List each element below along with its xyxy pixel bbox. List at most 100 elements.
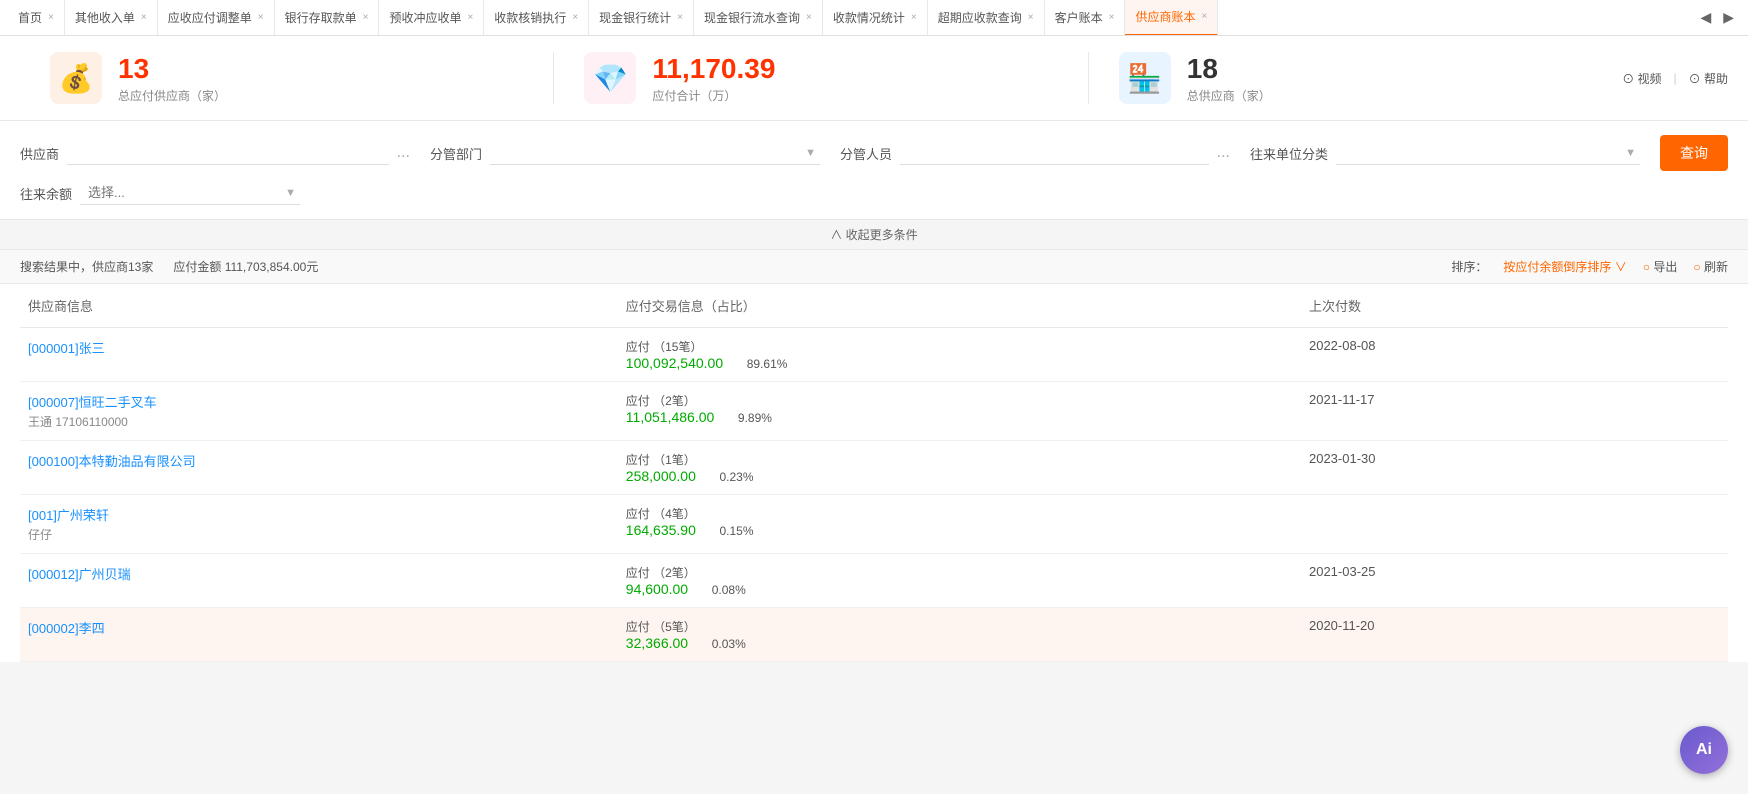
table-row: [001]广州荣轩仔仔 应付 （4笔） 164,635.90 0.15%: [20, 495, 1728, 554]
summary-label-payable-amount: 应付合计（万）: [652, 87, 775, 104]
nav-tab-overdue-ar[interactable]: 超期应收款查询 ×: [928, 0, 1045, 36]
percent-value: 89.61%: [747, 357, 788, 371]
nav-tab-other-income[interactable]: 其他收入单 ×: [65, 0, 158, 36]
supplier-input[interactable]: [67, 141, 389, 165]
query-button[interactable]: 查询: [1660, 135, 1728, 171]
supplier-link-row-000001[interactable]: [000001]张三: [28, 341, 105, 356]
sort-selector[interactable]: 按应付余额倒序排序 ∨: [1503, 258, 1626, 275]
balance-select-wrapper: ▼: [80, 181, 300, 205]
last-pay-cell-row-000002: 2020-11-20: [1301, 608, 1728, 662]
percent-value: 0.23%: [720, 470, 754, 484]
ai-button[interactable]: Ai: [1680, 726, 1728, 774]
close-icon[interactable]: ×: [1201, 11, 1207, 22]
supplier-sub-info: 王通 17106110000: [28, 413, 610, 430]
nav-tab-home[interactable]: 首页 ×: [8, 0, 65, 36]
amount-row: 164,635.90 0.15%: [626, 522, 1293, 538]
close-icon[interactable]: ×: [467, 12, 473, 23]
supplier-cell-row-000100: [000100]本特勤油品有限公司: [20, 441, 618, 495]
supplier-cell-row-000012: [000012]广州贝瑞: [20, 554, 618, 608]
close-icon[interactable]: ×: [1028, 12, 1034, 23]
person-dots[interactable]: ...: [1217, 144, 1230, 162]
close-icon[interactable]: ×: [806, 12, 812, 23]
nav-tab-receipts-exec[interactable]: 收款核销执行×: [484, 0, 589, 36]
close-icon[interactable]: ×: [572, 12, 578, 23]
nav-tab-prepay-ar[interactable]: 预收冲应收单×: [379, 0, 484, 36]
nav-tab-label: 其他收入单: [75, 9, 135, 26]
nav-tab-supplier-ledger[interactable]: 供应商账本×: [1125, 0, 1218, 36]
category-select[interactable]: [1336, 141, 1640, 164]
supplier-link-row-000002[interactable]: [000002]李四: [28, 621, 105, 636]
summary-value-payable-suppliers: 13: [118, 53, 226, 85]
supplier-label: 供应商: [20, 144, 59, 163]
summary-bar: 💰 13 总应付供应商（家） 💎 11,170.39 应付合计（万） 🏪 18 …: [0, 36, 1748, 121]
person-label: 分管人员: [840, 144, 892, 163]
summary-card-total-suppliers: 🏪 18 总供应商（家）: [1089, 52, 1622, 104]
supplier-link-row-000100[interactable]: [000100]本特勤油品有限公司: [28, 454, 196, 469]
person-input[interactable]: [900, 141, 1209, 165]
table-header-transaction-info: 应付交易信息（占比）: [618, 284, 1301, 328]
supplier-link-row-001[interactable]: [001]广州荣轩: [28, 508, 109, 523]
nav-prev-arrow[interactable]: ◀: [1694, 9, 1717, 26]
nav-next-arrow[interactable]: ▶: [1717, 9, 1740, 26]
close-icon[interactable]: ×: [363, 12, 369, 23]
nav-tab-customer-ledger[interactable]: 客户账本×: [1045, 0, 1126, 36]
close-icon[interactable]: ×: [258, 12, 264, 23]
filter-row-1: 供应商 ... 分管部门 ▼ 分管人员 ... 往来单位分类 ▼ 查询: [20, 135, 1728, 171]
last-pay-date: 2023-01-30: [1309, 451, 1376, 466]
main-content: 供应商信息应付交易信息（占比）上次付数 [000001]张三 应付 （15笔） …: [0, 284, 1748, 662]
supplier-dots[interactable]: ...: [397, 144, 410, 162]
supplier-table: 供应商信息应付交易信息（占比）上次付数 [000001]张三 应付 （15笔） …: [20, 284, 1728, 662]
summary-value-total-suppliers: 18: [1187, 53, 1271, 85]
pay-type-label: 应付 （4笔）: [626, 505, 1293, 522]
supplier-link-row-000012[interactable]: [000012]广州贝瑞: [28, 567, 131, 582]
nav-tab-ar-ap-adjust[interactable]: 应收应付调整单×: [158, 0, 275, 36]
amount-row: 32,366.00 0.03%: [626, 635, 1293, 651]
amount-row: 258,000.00 0.23%: [626, 468, 1293, 484]
category-select-wrapper: ▼: [1336, 141, 1640, 165]
summary-card-payable-suppliers: 💰 13 总应付供应商（家）: [20, 52, 554, 104]
balance-select[interactable]: [80, 181, 300, 204]
table-body: [000001]张三 应付 （15笔） 100,092,540.00 89.61…: [20, 328, 1728, 662]
table-header-last-payment: 上次付数: [1301, 284, 1728, 328]
help-link[interactable]: ⊙ 帮助: [1689, 70, 1728, 87]
amount-value: 11,051,486.00: [626, 409, 715, 425]
summary-value-payable-amount: 11,170.39: [652, 53, 775, 85]
nav-tab-receipts-stat[interactable]: 收款情况统计×: [823, 0, 928, 36]
results-bar: 搜索结果中，供应商13家 应付金额 111,703,854.00元 排序： 按应…: [0, 250, 1748, 284]
video-link[interactable]: ⊙ 视频: [1622, 70, 1661, 87]
nav-tab-bank-deposit[interactable]: 银行存取款单×: [275, 0, 380, 36]
close-icon[interactable]: ×: [677, 12, 683, 23]
nav-tab-label: 超期应收款查询: [938, 9, 1022, 26]
close-icon[interactable]: ×: [48, 12, 54, 23]
nav-tab-label: 首页: [18, 9, 42, 26]
table-row: [000002]李四 应付 （5笔） 32,366.00 0.03% 2020-…: [20, 608, 1728, 662]
last-pay-date: 2021-03-25: [1309, 564, 1376, 579]
amount-value: 94,600.00: [626, 581, 688, 597]
close-icon[interactable]: ×: [141, 12, 147, 23]
close-icon[interactable]: ×: [911, 12, 917, 23]
filter-row-2: 往来余额 ▼: [20, 181, 1728, 205]
transaction-cell-row-000007: 应付 （2笔） 11,051,486.00 9.89%: [618, 382, 1301, 441]
top-navigation: 首页×其他收入单×应收应付调整单×银行存取款单×预收冲应收单×收款核销执行×现金…: [0, 0, 1748, 36]
export-button[interactable]: ○ 导出: [1643, 258, 1678, 275]
amount-value: 32,366.00: [626, 635, 688, 651]
results-actions: 排序： 按应付余额倒序排序 ∨ ○ 导出 ○ 刷新: [1451, 258, 1728, 275]
summary-icon-payable-amount: 💎: [584, 52, 636, 104]
last-pay-cell-row-000001: 2022-08-08: [1301, 328, 1728, 382]
last-pay-date: 2020-11-20: [1309, 618, 1375, 633]
supplier-link-row-000007[interactable]: [000007]恒旺二手叉车: [28, 395, 157, 410]
summary-info-payable-suppliers: 13 总应付供应商（家）: [118, 53, 226, 104]
dept-select[interactable]: [490, 141, 820, 164]
results-supplier-count: 搜索结果中，供应商13家: [20, 258, 153, 275]
nav-tab-cash-bank-stat[interactable]: 现金银行统计×: [589, 0, 694, 36]
amount-row: 94,600.00 0.08%: [626, 581, 1293, 597]
dept-filter: 分管部门 ▼: [430, 141, 820, 165]
amount-value: 258,000.00: [626, 468, 696, 484]
close-icon[interactable]: ×: [1109, 12, 1115, 23]
refresh-button[interactable]: ○ 刷新: [1693, 258, 1728, 275]
collapse-bar[interactable]: ∧ 收起更多条件: [0, 220, 1748, 250]
nav-tab-cash-bank-flow[interactable]: 现金银行流水查询×: [694, 0, 823, 36]
balance-label: 往来余额: [20, 184, 72, 203]
percent-value: 0.03%: [712, 637, 746, 651]
transaction-cell-row-000100: 应付 （1笔） 258,000.00 0.23%: [618, 441, 1301, 495]
